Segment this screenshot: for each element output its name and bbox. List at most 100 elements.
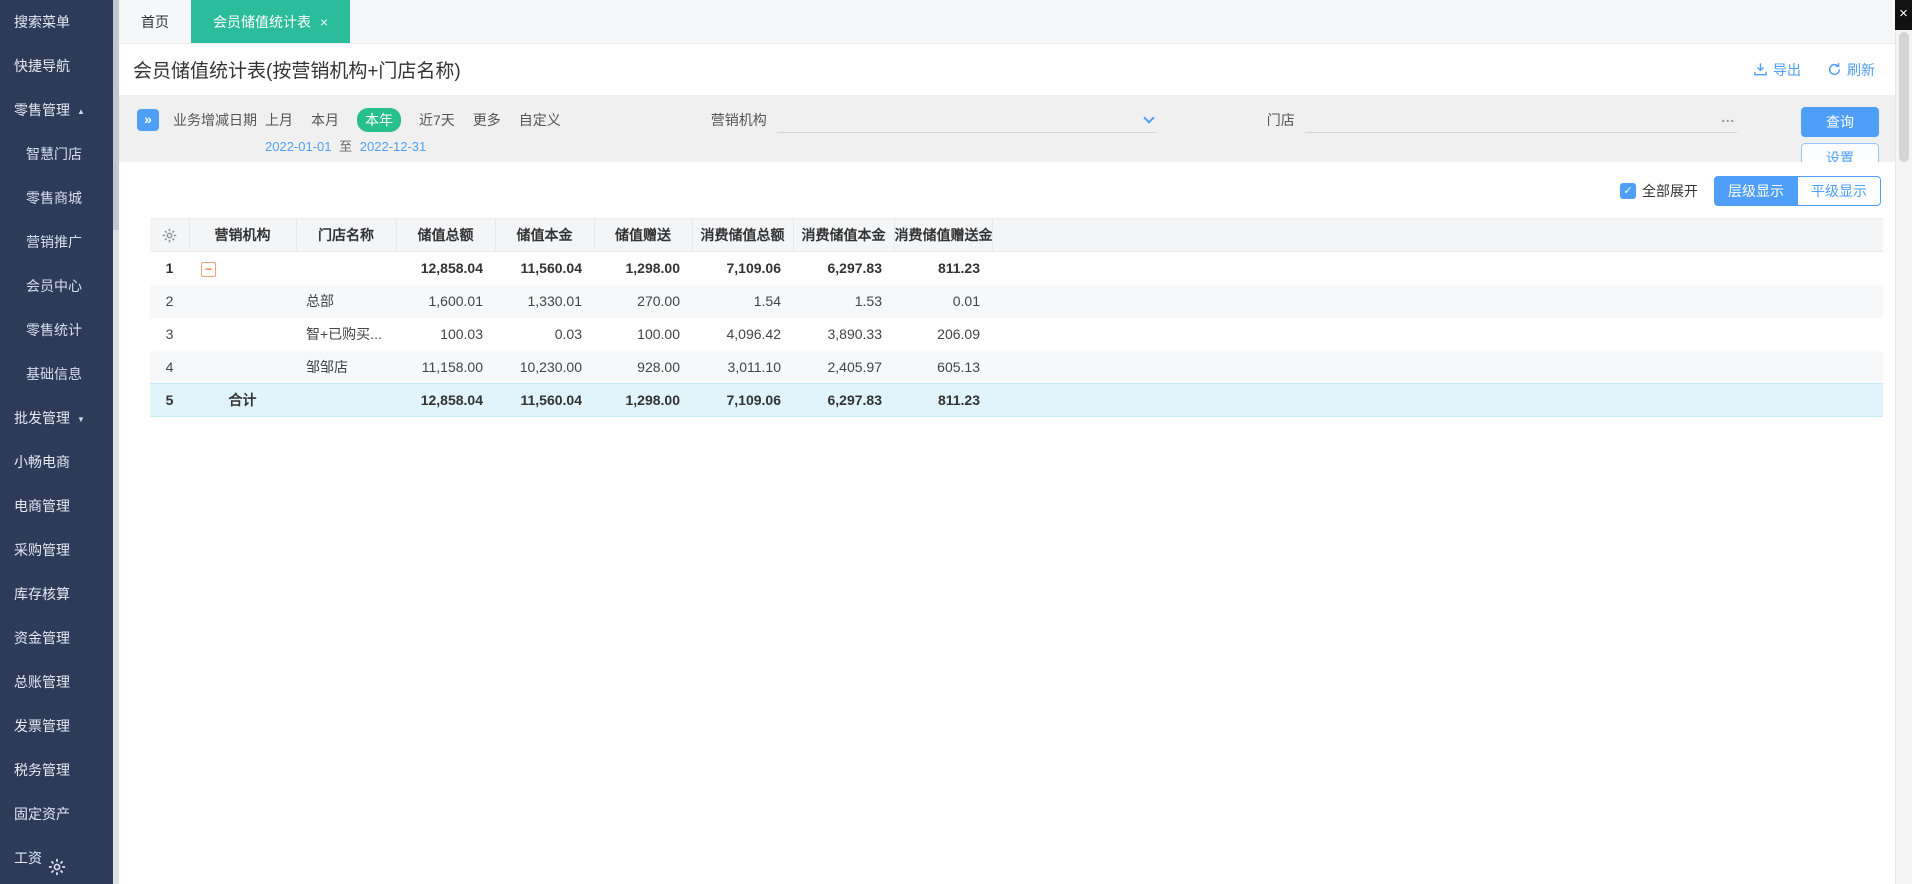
sidebar-item-search-menu[interactable]: 搜索菜单 xyxy=(0,0,113,44)
col-header-consumed-bonus: 消费储值赠送金 xyxy=(894,218,993,252)
org-select-field[interactable] xyxy=(776,107,1157,133)
quick-option-this-year[interactable]: 本年 xyxy=(357,108,401,132)
sidebar-item-label: 搜索菜单 xyxy=(14,14,70,30)
cell-stored-total: 100.03 xyxy=(440,326,483,342)
store-filter-label: 门店 xyxy=(1266,112,1295,128)
table-row[interactable]: 2 总部 1,600.01 1,330.01 270.00 1.54 1.53 … xyxy=(150,284,1883,318)
sidebar-item-marketing-promo[interactable]: 营销推广 xyxy=(0,220,113,264)
table-row[interactable]: 4 邹邹店 11,158.00 10,230.00 928.00 3,011.1… xyxy=(150,350,1883,384)
refresh-button[interactable]: 刷新 xyxy=(1827,60,1875,80)
sidebar-item-inventory-accounting[interactable]: 库存核算 xyxy=(0,572,113,616)
sidebar-item-label: 快捷导航 xyxy=(14,58,70,74)
filter-bar: » 业务增减日期 上月 本月 本年 近7天 更多 自定义 2022-01-01 … xyxy=(119,95,1895,173)
cell-consumed-bonus: 811.23 xyxy=(937,260,980,277)
sidebar-group-wholesale-management[interactable]: 批发管理 ▼ xyxy=(0,396,113,440)
sidebar-group-retail-management[interactable]: 零售管理 ▲ xyxy=(0,88,113,132)
tab-home[interactable]: 首页 xyxy=(119,0,191,43)
column-settings-header[interactable] xyxy=(150,218,190,252)
table-header-row: 营销机构 门店名称 储值总额 储值本金 储值赠送 消费储值总额 消费储值本金 消… xyxy=(150,218,1883,252)
quick-option-custom[interactable]: 自定义 xyxy=(519,109,561,131)
col-header-stored-total: 储值总额 xyxy=(396,218,496,252)
sidebar-item-tax-management[interactable]: 税务管理 xyxy=(0,748,113,792)
quick-option-this-month[interactable]: 本月 xyxy=(311,109,339,131)
export-button[interactable]: 导出 xyxy=(1753,60,1801,80)
cell-stored-total: 12,858.04 xyxy=(420,260,483,277)
sidebar-item-label: 会员中心 xyxy=(26,278,82,294)
expand-panel-button[interactable]: » xyxy=(137,109,159,131)
cell-stored-principal: 1,330.01 xyxy=(495,284,594,318)
sidebar-item-basic-info[interactable]: 基础信息 xyxy=(0,352,113,396)
query-button[interactable]: 查询 xyxy=(1801,107,1879,137)
sidebar: 搜索菜单 快捷导航 零售管理 ▲ 智慧门店 零售商城 营销推广 会员中心 零售统计… xyxy=(0,0,113,884)
cell-total-label: 合计 xyxy=(189,383,296,417)
cell-filler xyxy=(992,252,1883,285)
table-total-row: 5 合计 12,858.04 11,560.04 1,298.00 7,109.… xyxy=(150,383,1883,417)
page-scrollbar[interactable] xyxy=(1895,30,1912,884)
sidebar-item-label: 零售统计 xyxy=(26,322,82,338)
sidebar-item-general-ledger[interactable]: 总账管理 xyxy=(0,660,113,704)
sidebar-item-invoice-management[interactable]: 发票管理 xyxy=(0,704,113,748)
chevron-up-icon: ▲ xyxy=(77,107,85,116)
table-row[interactable]: 3 智+已购买... 100.03 0.03 100.00 4,096.42 3… xyxy=(150,318,1883,351)
cell-consumed-principal: 6,297.83 xyxy=(827,260,883,277)
page-scrollbar-thumb[interactable] xyxy=(1899,32,1909,162)
gear-icon xyxy=(48,858,65,876)
table-controls: ✓ 全部展开 层级显示 平级显示 xyxy=(150,176,1883,206)
expand-all-checkbox[interactable]: ✓ xyxy=(1620,183,1636,199)
sidebar-item-label: 小畅电商 xyxy=(14,454,70,470)
title-bar: 会员储值统计表(按营销机构+门店名称) 导出 刷新 xyxy=(119,44,1895,95)
sidebar-item-retail-statistics[interactable]: 零售统计 xyxy=(0,308,113,352)
col-header-stored-principal: 储值本金 xyxy=(495,218,595,252)
sidebar-item-label: 基础信息 xyxy=(26,366,82,382)
sidebar-item-fixed-assets[interactable]: 固定资产 xyxy=(0,792,113,836)
table-row[interactable]: 1 − 12,858.04 11,560.04 1,298.00 7,109.0… xyxy=(150,252,1883,285)
quick-option-last-month[interactable]: 上月 xyxy=(265,109,293,131)
cell-store: 智+已购买... xyxy=(306,326,382,342)
tab-member-stored-value-report[interactable]: 会员储值统计表 × xyxy=(191,0,351,43)
sidebar-item-label: 库存核算 xyxy=(14,586,70,602)
window-close-button[interactable]: × xyxy=(1895,0,1912,30)
sidebar-item-funds-management[interactable]: 资金管理 xyxy=(0,616,113,660)
sidebar-item-label: 批发管理 xyxy=(14,410,70,426)
quick-option-more[interactable]: 更多 xyxy=(473,109,501,131)
quick-option-last-7-days[interactable]: 近7天 xyxy=(419,109,455,131)
cell-consumed-principal: 2,405.97 xyxy=(793,350,894,384)
store-input-field[interactable]: … xyxy=(1304,107,1737,133)
cell-consumed-total: 4,096.42 xyxy=(726,326,782,342)
gear-icon xyxy=(162,228,176,242)
cell-stored-bonus: 928.00 xyxy=(594,350,692,384)
sidebar-item-label: 智慧门店 xyxy=(26,146,82,162)
sidebar-settings-button[interactable] xyxy=(0,858,113,882)
sidebar-item-member-center[interactable]: 会员中心 xyxy=(0,264,113,308)
sidebar-item-retail-mall[interactable]: 零售商城 xyxy=(0,176,113,220)
col-header-stored-bonus: 储值赠送 xyxy=(594,218,693,252)
content-area: ✓ 全部展开 层级显示 平级显示 营销机构 门店名称 储值总额 储值本金 储值赠… xyxy=(119,162,1895,884)
cell-stored-bonus: 270.00 xyxy=(594,284,692,318)
sidebar-item-ecommerce-management[interactable]: 电商管理 xyxy=(0,484,113,528)
refresh-icon xyxy=(1828,63,1841,76)
tab-close-icon[interactable]: × xyxy=(320,14,328,30)
sidebar-item-xiaochang-ecommerce[interactable]: 小畅电商 xyxy=(0,440,113,484)
sidebar-item-purchase-management[interactable]: 采购管理 xyxy=(0,528,113,572)
main-area: 首页 会员储值统计表 × 会员储值统计表(按营销机构+门店名称) 导出 刷新 »… xyxy=(119,0,1895,884)
flat-display-button[interactable]: 平级显示 xyxy=(1798,176,1881,206)
refresh-label: 刷新 xyxy=(1847,61,1875,78)
cell-store: 邹邹店 xyxy=(296,350,396,384)
col-header-org: 营销机构 xyxy=(189,218,297,252)
sidebar-item-quick-nav[interactable]: 快捷导航 xyxy=(0,44,113,88)
date-filter: 业务增减日期 上月 本月 本年 近7天 更多 自定义 2022-01-01 至 … xyxy=(173,107,561,155)
more-options-icon[interactable]: … xyxy=(1721,109,1735,125)
cell-stored-principal: 11,560.04 xyxy=(495,383,594,417)
sidebar-item-smart-store[interactable]: 智慧门店 xyxy=(0,132,113,176)
cell-consumed-bonus: 206.09 xyxy=(937,326,980,342)
hierarchy-display-button[interactable]: 层级显示 xyxy=(1714,176,1798,206)
date-end[interactable]: 2022-12-31 xyxy=(360,139,427,154)
date-range-display[interactable]: 2022-01-01 至 2022-12-31 xyxy=(265,136,561,155)
cell-consumed-total: 7,109.06 xyxy=(726,260,782,277)
sidebar-scrollbar[interactable] xyxy=(113,0,119,884)
cell-consumed-bonus: 605.13 xyxy=(894,350,992,384)
cell-store xyxy=(296,252,396,285)
date-start[interactable]: 2022-01-01 xyxy=(265,139,332,154)
collapse-minus-icon[interactable]: − xyxy=(201,261,216,277)
sidebar-scrollbar-thumb[interactable] xyxy=(113,0,119,230)
